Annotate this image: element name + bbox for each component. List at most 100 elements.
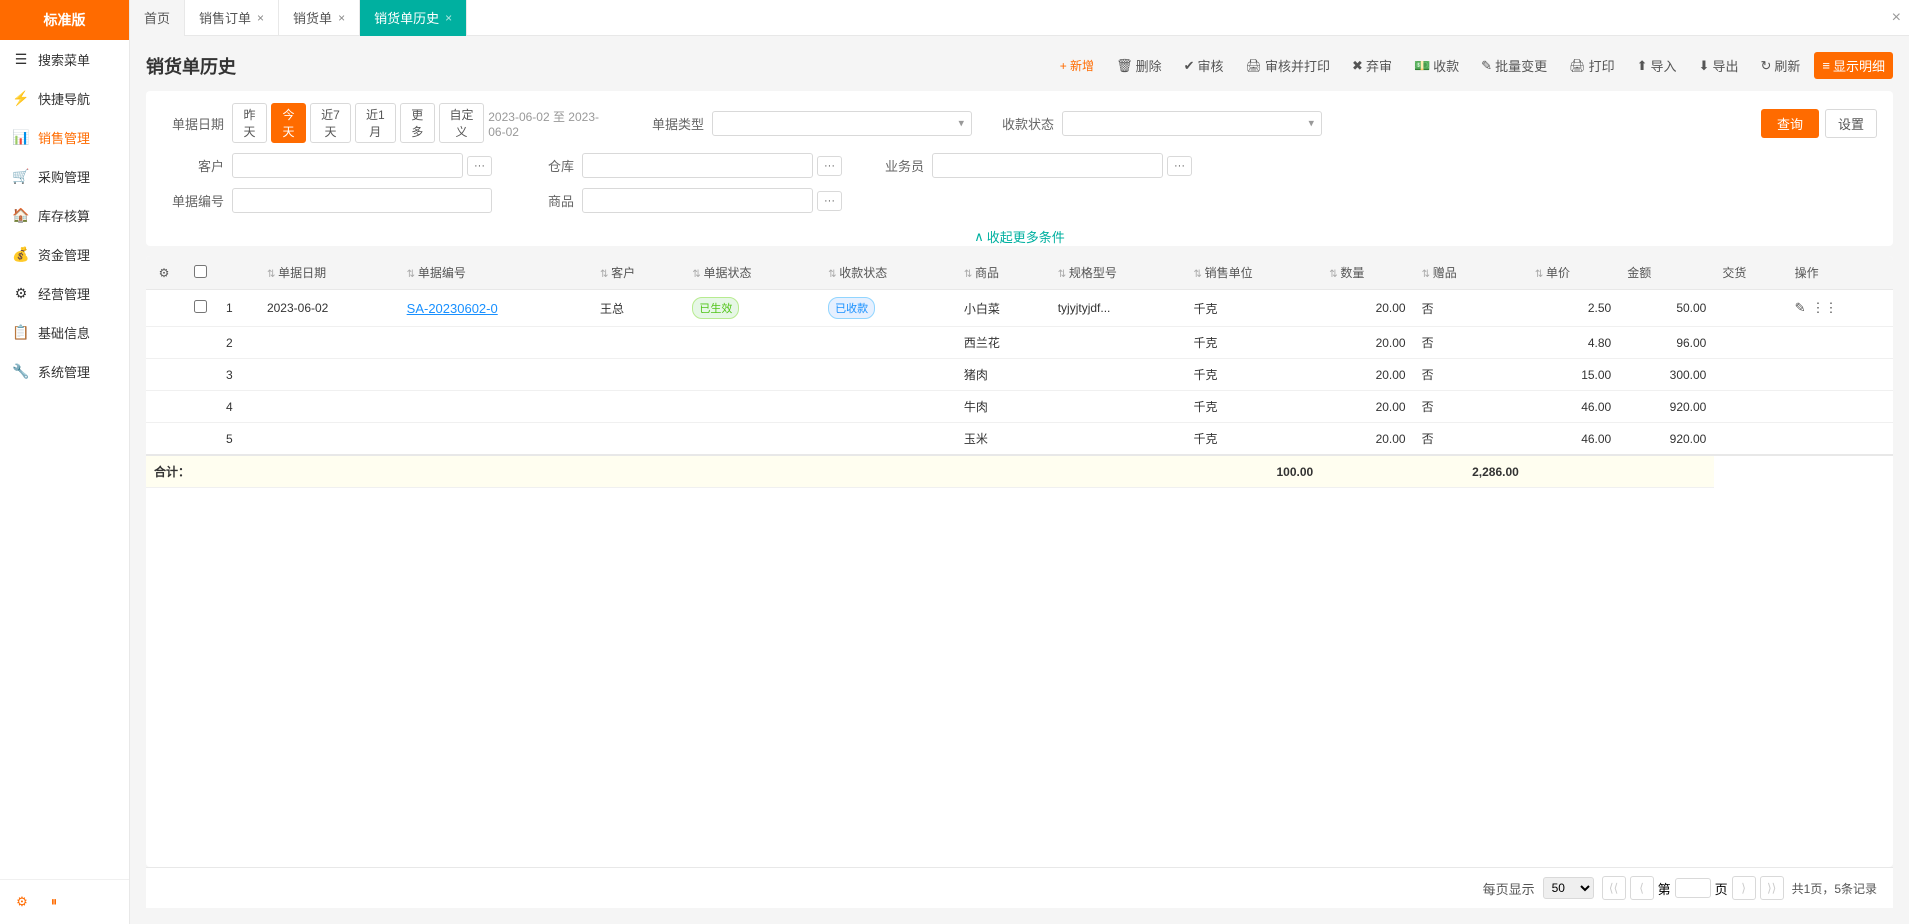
page-next-btn[interactable]: ⟩ — [1732, 876, 1756, 900]
tab-sales-order[interactable]: 销售订单 × — [185, 0, 279, 36]
sidebar-item-finance-mgmt[interactable]: 💰 资金管理 — [0, 235, 129, 274]
per-page-select[interactable]: 50 100 — [1543, 877, 1594, 899]
td-checkbox[interactable] — [182, 391, 218, 423]
th-doc-no[interactable]: 单据编号 — [399, 256, 592, 290]
abandon-button[interactable]: ✖ 弃审 — [1344, 52, 1400, 79]
goods-input[interactable] — [582, 188, 813, 213]
warehouse-input[interactable] — [582, 153, 813, 178]
query-button[interactable]: 查询 — [1761, 109, 1819, 138]
batch-change-button[interactable]: ✎ 批量变更 — [1473, 52, 1555, 79]
customer-input[interactable] — [232, 153, 463, 178]
date-more[interactable]: 更多 — [400, 103, 435, 143]
th-action: 操作 — [1787, 256, 1893, 290]
td-doc-date — [259, 359, 399, 391]
show-detail-button[interactable]: ≡ 显示明细 — [1814, 52, 1893, 79]
td-doc-no[interactable] — [399, 423, 592, 456]
collect-button[interactable]: 💵 收款 — [1406, 52, 1467, 79]
th-unit-price[interactable]: 单价 — [1527, 256, 1619, 290]
page-first-btn[interactable]: ⟨⟨ — [1602, 876, 1626, 900]
new-button[interactable]: + 新增 — [1052, 53, 1102, 78]
date-last7[interactable]: 近7天 — [310, 103, 351, 143]
select-all-checkbox[interactable] — [194, 265, 207, 278]
tab-sales-delivery[interactable]: 销货单 × — [279, 0, 360, 36]
td-sales-unit: 千克 — [1185, 290, 1321, 327]
sidebar-item-inventory[interactable]: 🏠 库存核算 — [0, 196, 129, 235]
th-settings[interactable]: ⚙ — [146, 256, 182, 290]
td-checkbox[interactable] — [182, 423, 218, 456]
date-yesterday[interactable]: 昨天 — [232, 103, 267, 143]
th-goods[interactable]: 商品 — [956, 256, 1050, 290]
td-checkbox[interactable] — [182, 359, 218, 391]
td-gift: 否 — [1414, 290, 1527, 327]
th-checkbox[interactable] — [182, 256, 218, 290]
settings-bottom-icon[interactable]: ⚙ — [10, 890, 34, 914]
tab-home[interactable]: 首页 — [130, 0, 185, 36]
summary-row: 合计： 100.00 2,286.00 — [146, 455, 1893, 488]
th-customer[interactable]: 客户 — [592, 256, 684, 290]
td-doc-no[interactable]: SA-20230602-0 — [399, 290, 592, 327]
page-prev-btn[interactable]: ⟨ — [1630, 876, 1654, 900]
payment-status-select[interactable] — [1062, 111, 1322, 136]
sidebar-item-sales-mgmt[interactable]: 📊 销售管理 — [0, 118, 129, 157]
print-button[interactable]: 🖨 打印 — [1561, 52, 1623, 79]
sidebar-item-base-info[interactable]: 📋 基础信息 — [0, 313, 129, 352]
tab-sales-history-close[interactable]: × — [445, 11, 452, 25]
audit-print-button[interactable]: 🖨 审核并打印 — [1238, 52, 1339, 79]
td-doc-no[interactable] — [399, 327, 592, 359]
td-doc-no[interactable] — [399, 391, 592, 423]
salesperson-input[interactable] — [932, 153, 1163, 178]
doc-no-input[interactable] — [232, 188, 492, 213]
tabs-bar-close[interactable]: × — [1892, 9, 1909, 27]
sidebar-item-sys-mgmt[interactable]: 🔧 系统管理 — [0, 352, 129, 391]
collapse-button[interactable]: ∧ 收起更多条件 — [974, 227, 1065, 246]
th-spec[interactable]: 规格型号 — [1050, 256, 1186, 290]
sidebar-item-quick-nav[interactable]: ⚡ 快捷导航 — [0, 79, 129, 118]
date-today[interactable]: 今天 — [271, 103, 306, 143]
page-last-btn[interactable]: ⟩⟩ — [1760, 876, 1784, 900]
td-doc-no[interactable] — [399, 359, 592, 391]
th-sales-unit[interactable]: 销售单位 — [1185, 256, 1321, 290]
tab-sales-order-close[interactable]: × — [257, 11, 264, 25]
td-checkbox[interactable] — [182, 327, 218, 359]
td-sales-unit: 千克 — [1185, 359, 1321, 391]
filter-row-3: 单据编号 商品 ··· — [162, 188, 1877, 213]
th-doc-date[interactable]: 单据日期 — [259, 256, 399, 290]
warehouse-ellipsis[interactable]: ··· — [817, 156, 842, 176]
table-wrapper[interactable]: ⚙ 单据日期 单据编号 客户 单据状态 收款状态 商品 规格型号 销售单位 — [146, 256, 1893, 867]
setting-button[interactable]: 设置 — [1825, 109, 1877, 138]
more-icon[interactable]: ⋮⋮ — [1812, 300, 1838, 316]
doc-type-select[interactable] — [712, 111, 972, 136]
import-button[interactable]: ⬆ 导入 — [1629, 52, 1685, 79]
doc-no-link[interactable]: SA-20230602-0 — [407, 301, 498, 316]
table-row: 3 猪肉 千克 20.00 否 15.00 300.00 — [146, 359, 1893, 391]
td-goods: 小白菜 — [956, 290, 1050, 327]
salesperson-ellipsis[interactable]: ··· — [1167, 156, 1192, 176]
th-quantity[interactable]: 数量 — [1321, 256, 1413, 290]
row-checkbox[interactable] — [194, 300, 207, 313]
pause-bottom-icon[interactable]: ⏸ — [42, 890, 66, 914]
sidebar-item-purchase-mgmt[interactable]: 🛒 采购管理 — [0, 157, 129, 196]
edit-icon[interactable]: ✎ — [1795, 300, 1806, 316]
export-icon: ⬇ — [1699, 58, 1710, 74]
td-action — [1787, 423, 1893, 456]
audit-button[interactable]: ✔ 审核 — [1176, 52, 1232, 79]
customer-ellipsis[interactable]: ··· — [467, 156, 492, 176]
sidebar-item-search-menu[interactable]: ☰ 搜索菜单 — [0, 40, 129, 79]
batch-change-icon: ✎ — [1481, 58, 1492, 74]
goods-ellipsis[interactable]: ··· — [817, 191, 842, 211]
th-gift[interactable]: 赠品 — [1414, 256, 1527, 290]
export-button[interactable]: ⬇ 导出 — [1691, 52, 1747, 79]
tab-sales-delivery-close[interactable]: × — [338, 11, 345, 25]
page-num-input[interactable]: 1 — [1675, 878, 1711, 898]
delete-button[interactable]: 🗑 删除 — [1108, 52, 1170, 79]
th-payment-status[interactable]: 收款状态 — [820, 256, 956, 290]
refresh-button[interactable]: ↻ 刷新 — [1752, 52, 1808, 79]
total-info: 共1页，5条记录 — [1792, 880, 1877, 897]
date-last-month[interactable]: 近1月 — [355, 103, 396, 143]
date-custom[interactable]: 自定义 — [439, 103, 485, 143]
tab-sales-history[interactable]: 销货单历史 × — [360, 0, 467, 36]
refresh-icon: ↻ — [1760, 58, 1771, 74]
td-checkbox[interactable] — [182, 290, 218, 327]
th-doc-status[interactable]: 单据状态 — [684, 256, 820, 290]
sidebar-item-ops-mgmt[interactable]: ⚙ 经营管理 — [0, 274, 129, 313]
